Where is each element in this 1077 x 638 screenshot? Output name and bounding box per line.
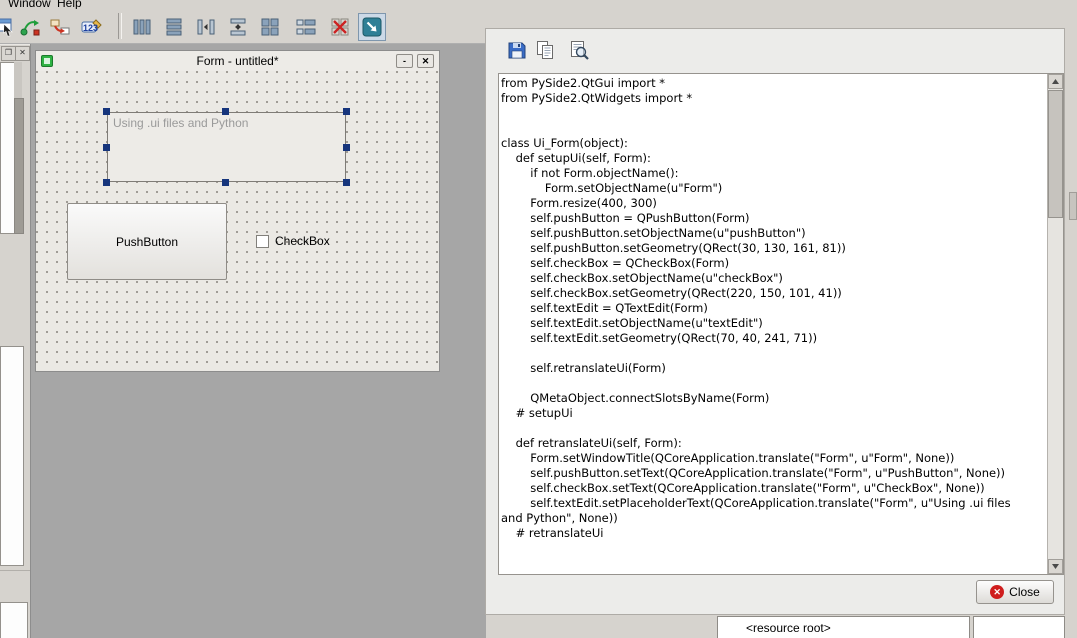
qt-designer-window: Window Help	[0, 0, 1077, 638]
adjust-size-button[interactable]	[358, 13, 386, 41]
right-edge-scrollbar-fragment[interactable]	[1069, 192, 1077, 220]
checkbox-label: CheckBox	[275, 234, 330, 248]
layout-vertically-button[interactable]	[160, 13, 188, 41]
form-editor-window[interactable]: Form - untitled* - ✕ Using .ui files and…	[35, 50, 440, 372]
dock-separator	[0, 570, 30, 571]
scroll-up-arrow[interactable]	[1048, 74, 1063, 89]
layout-horizontally-button[interactable]	[128, 13, 156, 41]
close-button-label: Close	[1009, 585, 1040, 599]
close-button[interactable]: ✕	[417, 54, 434, 68]
selection-handle-top-right[interactable]	[343, 108, 350, 115]
layout-horizontally-icon	[131, 16, 153, 38]
resource-tree-panel: <resource root>	[717, 616, 970, 638]
resource-root-item[interactable]: <resource root>	[746, 621, 831, 635]
layout-horizontal-splitter-button[interactable]	[192, 13, 220, 41]
form-title: Form - untitled*	[196, 54, 278, 68]
break-layout-button[interactable]	[326, 13, 354, 41]
code-scrollbar-thumb[interactable]	[1048, 90, 1063, 218]
pushbutton-widget[interactable]: PushButton	[67, 203, 227, 280]
break-layout-icon	[329, 16, 351, 38]
menu-help[interactable]: Help	[57, 0, 82, 9]
code-text[interactable]: from PySide2.QtGui import * from PySide2…	[501, 76, 1045, 572]
toolbar-separator	[118, 13, 122, 39]
widget-box-scrollbar-thumb[interactable]	[14, 98, 24, 234]
edit-signals-slots-button[interactable]	[16, 13, 44, 41]
layout-form-icon	[295, 16, 317, 38]
layout-grid-icon	[259, 16, 281, 38]
selection-handle-middle-right[interactable]	[343, 144, 350, 151]
selection-handle-top-middle[interactable]	[222, 108, 229, 115]
copy-button[interactable]	[532, 37, 558, 63]
checkbox-indicator[interactable]	[256, 235, 269, 248]
layout-form-button[interactable]	[292, 13, 320, 41]
close-dialog-button[interactable]: ✕ Close	[976, 580, 1054, 604]
dock-close-button[interactable]: ✕	[15, 46, 30, 61]
code-scrollbar[interactable]	[1047, 74, 1063, 574]
edit-signals-slots-icon	[19, 16, 41, 38]
layout-vertical-splitter-icon	[227, 16, 249, 38]
designer-form-icon	[41, 55, 53, 67]
selection-handle-middle-left[interactable]	[103, 144, 110, 151]
layout-vertically-icon	[163, 16, 185, 38]
selection-handle-bottom-middle[interactable]	[222, 179, 229, 186]
selection-handle-bottom-right[interactable]	[343, 179, 350, 186]
edit-buddies-icon	[49, 16, 71, 38]
layout-horizontal-splitter-icon	[195, 16, 217, 38]
save-icon	[506, 39, 528, 61]
layout-vertical-splitter-button[interactable]	[224, 13, 252, 41]
find-button[interactable]	[566, 37, 592, 63]
save-button[interactable]	[504, 37, 530, 63]
dock-float-button[interactable]: ❐	[1, 46, 16, 61]
tab-order-label: 123	[83, 23, 98, 33]
selection-handle-top-left[interactable]	[103, 108, 110, 115]
form-canvas[interactable]: Using .ui files and Python PushButton Ch…	[36, 71, 439, 371]
code-area[interactable]: from PySide2.QtGui import * from PySide2…	[498, 73, 1064, 575]
scroll-down-arrow[interactable]	[1048, 559, 1063, 574]
edit-buddies-button[interactable]	[46, 13, 74, 41]
find-icon	[568, 39, 590, 61]
textedit-placeholder: Using .ui files and Python	[113, 116, 248, 130]
minimize-button[interactable]: -	[396, 54, 413, 68]
edit-widgets-icon	[0, 16, 16, 38]
pushbutton-label: PushButton	[116, 235, 178, 249]
selection-handle-bottom-left[interactable]	[103, 179, 110, 186]
copy-icon	[534, 39, 556, 61]
form-title-bar[interactable]: Form - untitled* - ✕	[36, 51, 439, 72]
textedit-widget[interactable]: Using .ui files and Python	[107, 112, 346, 182]
resource-side-panel	[973, 616, 1065, 638]
left-dock-panel	[0, 346, 24, 566]
widget-box-panel	[0, 62, 15, 234]
checkbox-widget[interactable]: CheckBox	[256, 233, 330, 249]
code-preview-dialog: from PySide2.QtGui import * from PySide2…	[485, 28, 1065, 615]
left-dock-panel-bottom	[0, 602, 28, 638]
menu-window[interactable]: Window	[8, 0, 51, 9]
layout-grid-button[interactable]	[256, 13, 284, 41]
adjust-size-icon	[361, 16, 383, 38]
edit-tab-order-button[interactable]: 123	[78, 13, 106, 41]
menubar: Window Help	[0, 0, 1077, 9]
close-x-icon: ✕	[990, 585, 1004, 599]
